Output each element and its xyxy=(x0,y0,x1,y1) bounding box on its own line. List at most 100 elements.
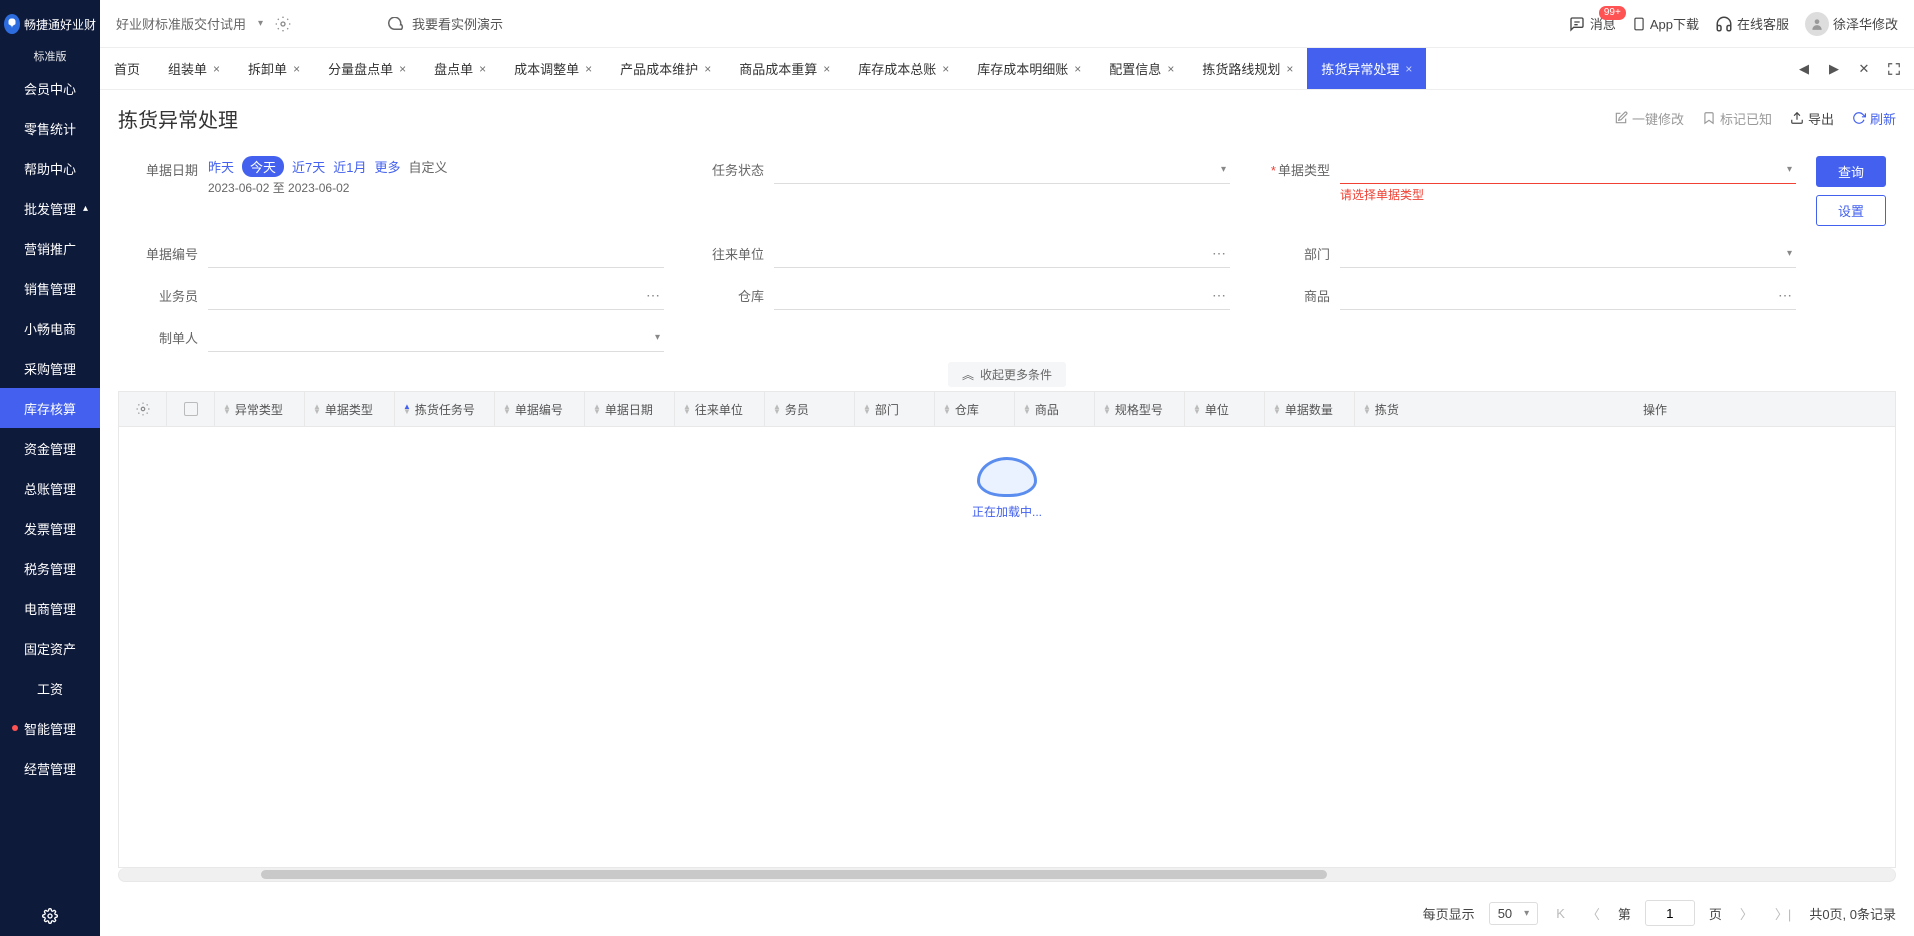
input-partner[interactable]: ⋯ xyxy=(774,240,1230,268)
refresh-button[interactable]: 刷新 xyxy=(1852,109,1896,128)
sidebar-item-12[interactable]: 税务管理 xyxy=(0,548,100,588)
close-icon[interactable]: × xyxy=(585,62,592,76)
col-settings[interactable] xyxy=(119,392,167,426)
col-op[interactable]: 操作 xyxy=(1415,392,1895,426)
ellipsis-icon[interactable]: ⋯ xyxy=(1212,287,1226,304)
sidebar-item-16[interactable]: 智能管理 xyxy=(0,708,100,748)
col-header-4[interactable]: ▲▼单据日期 xyxy=(585,392,675,426)
sidebar-item-2[interactable]: 帮助中心 xyxy=(0,148,100,188)
col-header-3[interactable]: ▲▼单据编号 xyxy=(495,392,585,426)
close-icon[interactable]: × xyxy=(213,62,220,76)
tabs-prev[interactable]: ◀ xyxy=(1790,55,1818,83)
col-header-0[interactable]: ▲▼异常类型 xyxy=(215,392,305,426)
download-action[interactable]: App下载 xyxy=(1632,14,1699,33)
input-doc-type[interactable]: ▾ xyxy=(1340,156,1796,184)
sidebar-item-14[interactable]: 固定资产 xyxy=(0,628,100,668)
tab-11[interactable]: 拣货路线规划× xyxy=(1188,48,1307,89)
input-salesperson[interactable]: ⋯ xyxy=(208,282,664,310)
close-icon[interactable]: × xyxy=(293,62,300,76)
col-header-2[interactable]: ▲▼拣货任务号 xyxy=(395,392,495,426)
col-header-11[interactable]: ▲▼单位 xyxy=(1185,392,1265,426)
tab-1[interactable]: 组装单× xyxy=(154,48,234,89)
batch-edit-button[interactable]: 一键修改 xyxy=(1614,109,1684,128)
input-product[interactable]: ⋯ xyxy=(1340,282,1796,310)
tab-7[interactable]: 商品成本重算× xyxy=(725,48,844,89)
date-opt-last7[interactable]: 近7天 xyxy=(292,157,325,176)
page-prev[interactable]: 〈 xyxy=(1583,904,1604,923)
col-header-10[interactable]: ▲▼规格型号 xyxy=(1095,392,1185,426)
page-next[interactable]: 〉 xyxy=(1736,904,1757,923)
page-last[interactable]: 〉| xyxy=(1771,904,1795,923)
tabs-fullscreen[interactable] xyxy=(1880,55,1908,83)
support-action[interactable]: 在线客服 xyxy=(1715,14,1789,33)
mark-known-button[interactable]: 标记已知 xyxy=(1702,109,1772,128)
app-title[interactable]: 好业财标准版交付试用 xyxy=(116,14,246,33)
col-header-5[interactable]: ▲▼往来单位 xyxy=(675,392,765,426)
export-button[interactable]: 导出 xyxy=(1790,109,1834,128)
input-doc-no[interactable] xyxy=(208,240,664,268)
sidebar-item-6[interactable]: 小畅电商 xyxy=(0,308,100,348)
close-icon[interactable]: × xyxy=(479,62,486,76)
ellipsis-icon[interactable]: ⋯ xyxy=(1778,287,1792,304)
search-button[interactable]: 查询 xyxy=(1816,156,1886,187)
sidebar-item-9[interactable]: 资金管理 xyxy=(0,428,100,468)
tab-4[interactable]: 盘点单× xyxy=(420,48,500,89)
close-icon[interactable]: × xyxy=(1286,62,1293,76)
sidebar-item-17[interactable]: 经营管理 xyxy=(0,748,100,788)
message-action[interactable]: 消息 99+ xyxy=(1568,14,1616,33)
tabs-close-all[interactable]: ✕ xyxy=(1850,55,1878,83)
col-checkbox[interactable] xyxy=(167,392,215,426)
scrollbar-thumb[interactable] xyxy=(261,870,1327,879)
date-opt-last1m[interactable]: 近1月 xyxy=(333,157,366,176)
date-opt-custom[interactable]: 自定义 xyxy=(409,157,448,176)
sidebar-item-3[interactable]: 批发管理 xyxy=(0,188,100,228)
tab-6[interactable]: 产品成本维护× xyxy=(606,48,725,89)
sidebar-item-0[interactable]: 会员中心 xyxy=(0,68,100,108)
col-header-9[interactable]: ▲▼商品 xyxy=(1015,392,1095,426)
tab-12[interactable]: 拣货异常处理× xyxy=(1307,48,1426,89)
sidebar-item-7[interactable]: 采购管理 xyxy=(0,348,100,388)
date-opt-today[interactable]: 今天 xyxy=(242,156,284,177)
input-task-status[interactable]: ▾ xyxy=(774,156,1230,184)
sidebar-item-11[interactable]: 发票管理 xyxy=(0,508,100,548)
page-input[interactable] xyxy=(1645,900,1695,926)
ellipsis-icon[interactable]: ⋯ xyxy=(1212,245,1226,262)
col-header-6[interactable]: ▲▼务员 xyxy=(765,392,855,426)
close-icon[interactable]: × xyxy=(704,62,711,76)
close-icon[interactable]: × xyxy=(823,62,830,76)
input-dept[interactable]: ▾ xyxy=(1340,240,1796,268)
demo-link[interactable]: 我要看实例演示 xyxy=(388,14,503,33)
close-icon[interactable]: × xyxy=(1074,62,1081,76)
date-opt-yesterday[interactable]: 昨天 xyxy=(208,157,234,176)
close-icon[interactable]: × xyxy=(942,62,949,76)
sidebar-item-13[interactable]: 电商管理 xyxy=(0,588,100,628)
close-icon[interactable]: × xyxy=(399,62,406,76)
col-header-12[interactable]: ▲▼单据数量 xyxy=(1265,392,1355,426)
date-opt-more[interactable]: 更多 xyxy=(375,157,401,176)
tab-10[interactable]: 配置信息× xyxy=(1095,48,1188,89)
topbar-gear[interactable] xyxy=(275,16,291,32)
sidebar-item-4[interactable]: 营销推广 xyxy=(0,228,100,268)
sidebar-item-10[interactable]: 总账管理 xyxy=(0,468,100,508)
tab-5[interactable]: 成本调整单× xyxy=(500,48,606,89)
chevron-down-icon[interactable]: ▾ xyxy=(258,18,263,29)
sidebar-item-1[interactable]: 零售统计 xyxy=(0,108,100,148)
col-header-13[interactable]: ▲▼拣货 xyxy=(1355,392,1415,426)
user-menu[interactable]: 徐泽华修改 xyxy=(1805,12,1898,36)
tab-3[interactable]: 分量盘点单× xyxy=(314,48,420,89)
settings-button[interactable]: 设置 xyxy=(1816,195,1886,226)
page-first[interactable]: K xyxy=(1552,906,1569,921)
col-header-7[interactable]: ▲▼部门 xyxy=(855,392,935,426)
collapse-filters[interactable]: ︽ 收起更多条件 xyxy=(948,362,1066,387)
tab-8[interactable]: 库存成本总账× xyxy=(844,48,963,89)
col-header-1[interactable]: ▲▼单据类型 xyxy=(305,392,395,426)
input-warehouse[interactable]: ⋯ xyxy=(774,282,1230,310)
sidebar-settings[interactable] xyxy=(0,896,100,936)
ellipsis-icon[interactable]: ⋯ xyxy=(646,287,660,304)
sidebar-item-15[interactable]: 工资 xyxy=(0,668,100,708)
close-icon[interactable]: × xyxy=(1405,62,1412,76)
tab-9[interactable]: 库存成本明细账× xyxy=(963,48,1095,89)
close-icon[interactable]: × xyxy=(1167,62,1174,76)
horizontal-scrollbar[interactable] xyxy=(118,868,1896,882)
tab-0[interactable]: 首页 xyxy=(100,48,154,89)
